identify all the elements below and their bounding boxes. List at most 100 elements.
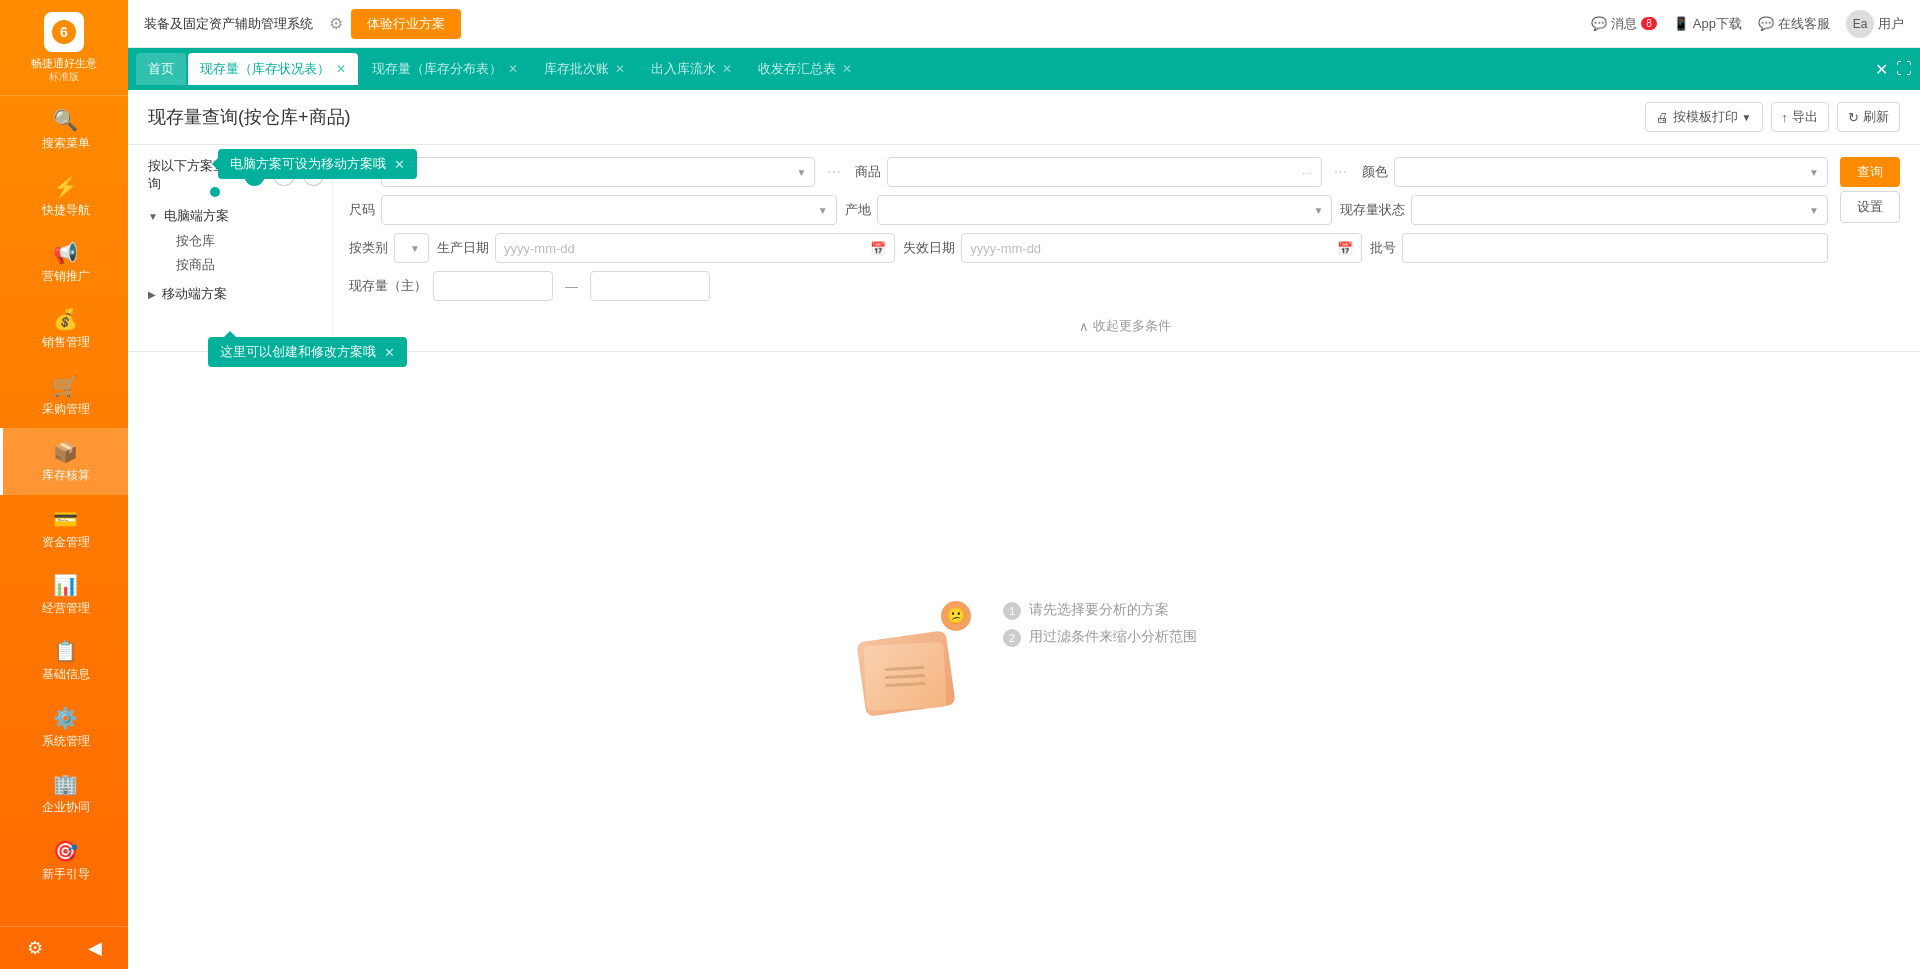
collapse-button[interactable]: ∧ 收起更多条件: [1079, 317, 1171, 335]
sidebar-item-basic[interactable]: 📋 基础信息: [0, 627, 128, 693]
category-label: 按类别: [349, 239, 388, 257]
logo-icon: 6: [44, 12, 84, 52]
origin-label: 产地: [845, 201, 871, 219]
tab-recv-summary-close[interactable]: ✕: [842, 62, 852, 76]
filter-color: 颜色 ▼: [1362, 157, 1828, 187]
scheme-group-pc-header[interactable]: ▼ 电脑端方案: [148, 203, 324, 229]
sidebar-item-search[interactable]: 🔍 搜索菜单: [0, 96, 128, 162]
industry-plan-button[interactable]: 体验行业方案: [351, 9, 461, 39]
tab-in-out-flow-close[interactable]: ✕: [722, 62, 732, 76]
warehouse-select[interactable]: ▼: [381, 157, 815, 187]
sidebar-item-company[interactable]: 🏢 企业协同: [0, 760, 128, 826]
inventory-qty-start[interactable]: [433, 271, 553, 301]
tab-inventory-status[interactable]: 现存量（库存状况表） ✕: [188, 53, 358, 85]
system-title-area: 装备及固定资产辅助管理系统 ⚙ 体验行业方案: [144, 9, 1591, 39]
empty-hint-1: 1 请先选择要分析的方案: [1003, 601, 1197, 620]
header-right: 💬 消息 8 📱 App下载 💬 在线客服 Ea 用户: [1591, 10, 1904, 38]
tab-in-out-flow-label: 出入库流水: [651, 60, 716, 78]
sidebar-item-system[interactable]: ⚙️ 系统管理: [0, 694, 128, 760]
tab-in-out-flow[interactable]: 出入库流水 ✕: [639, 53, 744, 85]
tab-inventory-dist-close[interactable]: ✕: [508, 62, 518, 76]
tab-bar-actions: ✕ ⛶: [1875, 60, 1912, 79]
sidebar-item-finance[interactable]: 💳 资金管理: [0, 495, 128, 561]
collapse-sidebar-button[interactable]: ◀: [88, 937, 102, 959]
filter-warehouse: 仓库 ▼: [349, 157, 815, 187]
inventory-status-select[interactable]: ▼: [1411, 195, 1828, 225]
marketing-icon: 📢: [53, 241, 78, 265]
system-icon: ⚙️: [53, 706, 78, 730]
tab-batch-ledger-label: 库存批次账: [544, 60, 609, 78]
filter-forms: 仓库 ▼ ··· 商品: [349, 157, 1828, 309]
expand-window-button[interactable]: ⛶: [1896, 60, 1912, 78]
print-button[interactable]: 🖨 按模板打印 ▼: [1645, 102, 1763, 132]
user-menu[interactable]: Ea 用户: [1846, 10, 1904, 38]
dot-indicator: [210, 187, 220, 197]
app-download-button[interactable]: 📱 App下载: [1673, 15, 1742, 33]
filter-forms-area: 仓库 ▼ ··· 商品: [333, 157, 1900, 343]
page-title: 现存量查询(按仓库+商品): [148, 105, 351, 129]
tab-home[interactable]: 首页: [136, 53, 186, 85]
search-button[interactable]: 查询: [1840, 157, 1900, 187]
goods-select[interactable]: ···: [887, 157, 1321, 187]
top-header: 装备及固定资产辅助管理系统 ⚙ 体验行业方案 💬 消息 8 📱 App下载 💬 …: [128, 0, 1920, 48]
reset-button[interactable]: 设置: [1840, 191, 1900, 223]
empty-box-inner: [863, 641, 946, 710]
tab-inventory-dist[interactable]: 现存量（库存分布表） ✕: [360, 53, 530, 85]
chevron-down-icon: ▼: [148, 211, 158, 222]
sidebar-item-marketing[interactable]: 📢 营销推广: [0, 229, 128, 295]
tab-batch-ledger[interactable]: 库存批次账 ✕: [532, 53, 637, 85]
main-content: 装备及固定资产辅助管理系统 ⚙ 体验行业方案 💬 消息 8 📱 App下载 💬 …: [128, 0, 1920, 969]
sidebar-item-business[interactable]: 📊 经营管理: [0, 561, 128, 627]
color-select[interactable]: ▼: [1394, 157, 1828, 187]
batch-no-input[interactable]: [1402, 233, 1828, 263]
collapse-bar[interactable]: ∧ 收起更多条件: [349, 309, 1900, 343]
print-chevron-icon: ▼: [1742, 112, 1752, 123]
category-select[interactable]: ▼: [394, 233, 429, 263]
size-select[interactable]: ▼: [381, 195, 837, 225]
sidebar-item-inventory[interactable]: 📦 库存核算: [0, 428, 128, 494]
scheme-group-mobile-header[interactable]: ▶ 移动端方案: [148, 281, 324, 307]
edit-tooltip-close[interactable]: ✕: [384, 345, 395, 360]
svg-text:6: 6: [60, 24, 68, 40]
scheme-list: ▼ 电脑端方案 按仓库 按商品 ▶ 移动端方案: [148, 203, 324, 307]
message-icon: 💬: [1591, 16, 1607, 31]
filter-prod-date: 生产日期 yyyy-mm-dd 📅: [437, 233, 895, 263]
warehouse-dots: ···: [827, 163, 843, 181]
close-all-tabs-button[interactable]: ✕: [1875, 60, 1888, 79]
sidebar-item-quick[interactable]: ⚡ 快捷导航: [0, 163, 128, 229]
sidebar-item-purchase[interactable]: 🛒 采购管理: [0, 362, 128, 428]
inventory-qty-dash: —: [565, 279, 578, 294]
page-header: 现存量查询(按仓库+商品) 🖨 按模板打印 ▼ ↑ 导出 ↻ 刷新: [128, 90, 1920, 145]
purchase-icon: 🛒: [53, 374, 78, 398]
avatar: Ea: [1846, 10, 1874, 38]
prod-date-input[interactable]: yyyy-mm-dd 📅: [495, 233, 895, 263]
chevron-right-icon: ▶: [148, 289, 156, 300]
export-button[interactable]: ↑ 导出: [1771, 102, 1830, 132]
scheme-tooltip-close[interactable]: ✕: [394, 157, 405, 172]
empty-lines: [885, 665, 926, 686]
tab-batch-ledger-close[interactable]: ✕: [615, 62, 625, 76]
company-icon: 🏢: [53, 772, 78, 796]
filter-goods: 商品 ···: [855, 157, 1321, 187]
message-button[interactable]: 💬 消息 8: [1591, 15, 1657, 33]
origin-select[interactable]: ▼: [877, 195, 1333, 225]
scheme-item-goods[interactable]: 按商品: [168, 253, 324, 277]
empty-state: 😕 1 请先选择要分析的方案 2 用过滤条件来缩小分析范围: [128, 352, 1920, 969]
scheme-group-pc-items: 按仓库 按商品: [148, 229, 324, 277]
filter-section: 按以下方案查询 + ↻ ←: [128, 145, 1920, 352]
empty-hint-2: 2 用过滤条件来缩小分析范围: [1003, 628, 1197, 647]
tab-recv-summary[interactable]: 收发存汇总表 ✕: [746, 53, 864, 85]
scheme-item-warehouse[interactable]: 按仓库: [168, 229, 324, 253]
inventory-qty-end[interactable]: [590, 271, 710, 301]
expire-date-input[interactable]: yyyy-mm-dd 📅: [961, 233, 1361, 263]
quick-icon: ⚡: [53, 175, 78, 199]
online-support-button[interactable]: 💬 在线客服: [1758, 15, 1830, 33]
refresh-button[interactable]: ↻ 刷新: [1837, 102, 1900, 132]
warehouse-arrow: ▼: [796, 167, 806, 178]
sidebar-item-guide[interactable]: 🎯 新手引导: [0, 827, 128, 893]
settings-button[interactable]: ⚙: [27, 937, 43, 959]
tab-home-label: 首页: [148, 60, 174, 78]
system-gear-icon[interactable]: ⚙: [329, 14, 343, 33]
sidebar-item-sales[interactable]: 💰 销售管理: [0, 295, 128, 361]
tab-inventory-status-close[interactable]: ✕: [336, 62, 346, 76]
